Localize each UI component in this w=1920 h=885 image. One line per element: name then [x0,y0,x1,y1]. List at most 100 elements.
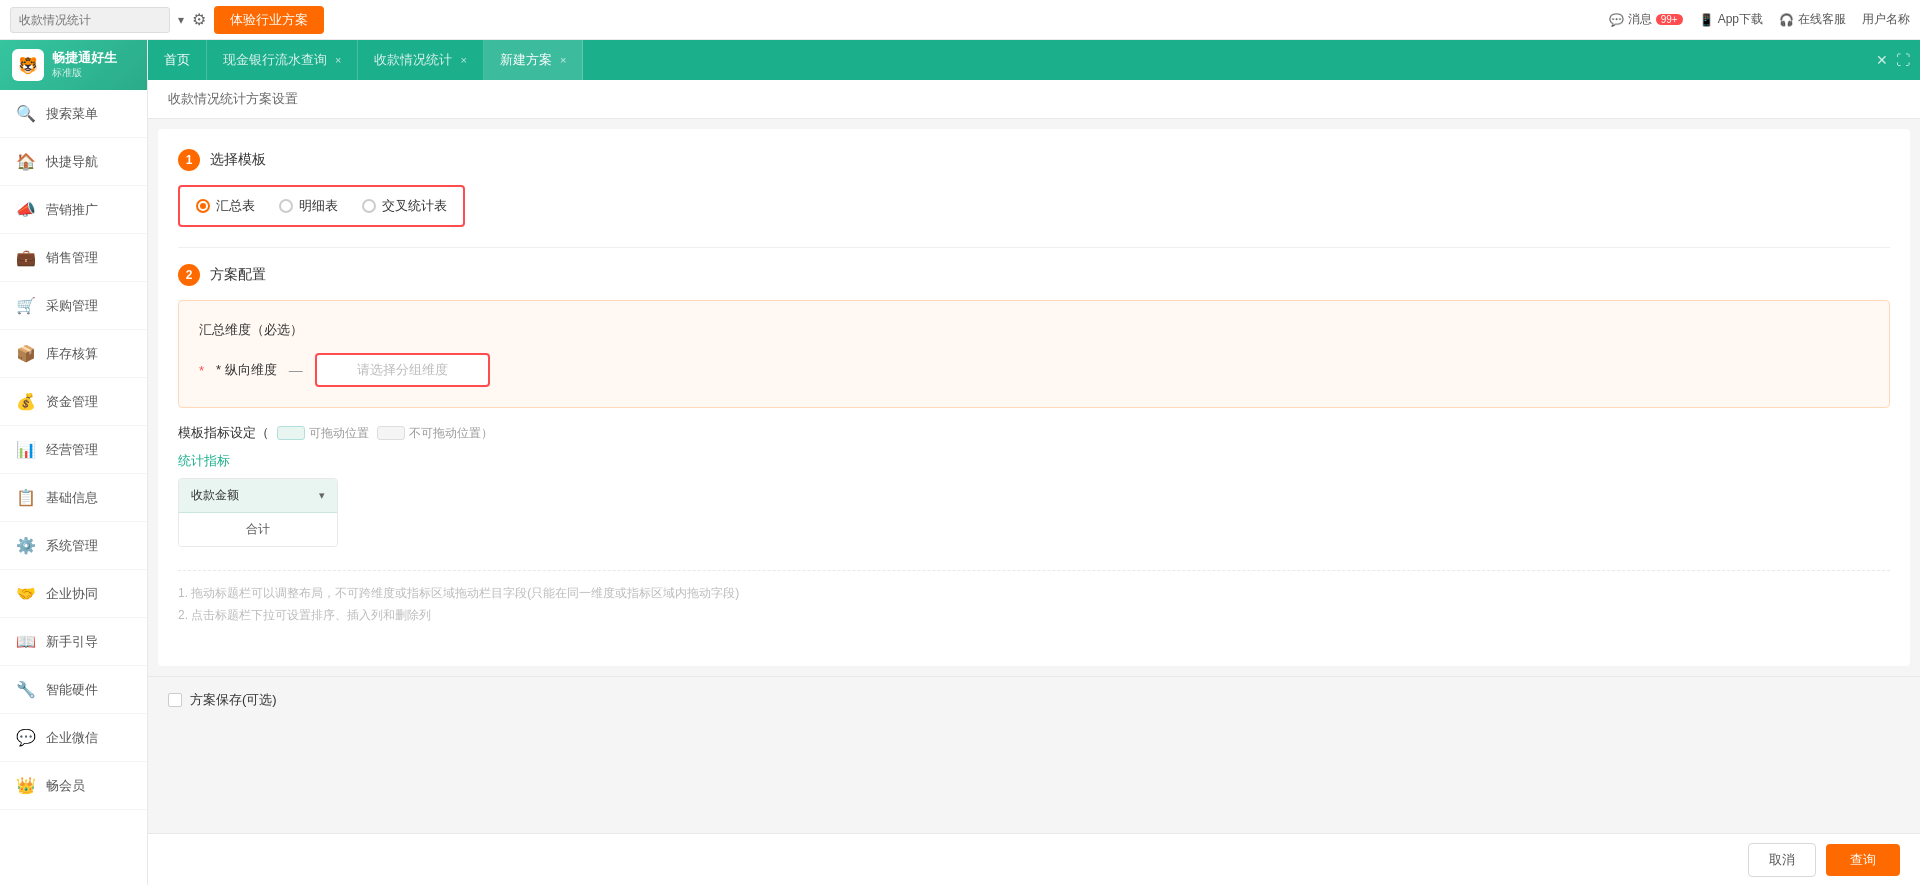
radio-summary[interactable]: 汇总表 [196,197,255,215]
tab-home-label: 首页 [164,51,190,69]
sidebar-label-hardware: 智能硬件 [46,681,98,699]
sidebar-item-inventory[interactable]: 📦 库存核算 [0,330,147,378]
sidebar-label-management: 经营管理 [46,441,98,459]
sidebar-label-search: 搜索菜单 [46,105,98,123]
sidebar-label-purchase: 采购管理 [46,297,98,315]
radio-summary-label: 汇总表 [216,197,255,215]
tab-maximize[interactable]: ⛶ [1896,52,1910,68]
message-action[interactable]: 💬 消息 99+ [1609,11,1683,28]
step1-title: 选择模板 [210,151,266,169]
sidebar-item-marketing[interactable]: 📣 营销推广 [0,186,147,234]
sidebar-item-guide[interactable]: 📖 新手引导 [0,618,147,666]
download-action[interactable]: 📱 App下载 [1699,11,1763,28]
save-checkbox[interactable] [168,693,182,707]
dimension-required-mark: * [199,363,204,378]
tab-close-window[interactable]: ✕ [1876,52,1888,68]
top-header: ▾ ⚙ 体验行业方案 💬 消息 99+ 📱 App下载 🎧 在线客服 用户名称 [0,0,1920,40]
sidebar-item-sales[interactable]: 💼 销售管理 [0,234,147,282]
metric-table: 收款金额 ▾ 合计 [178,478,338,547]
header-right: 💬 消息 99+ 📱 App下载 🎧 在线客服 用户名称 [1609,11,1910,28]
settings-btn[interactable]: ⚙ [192,10,206,29]
sidebar-item-finance[interactable]: 💰 资金管理 [0,378,147,426]
tab-actions: ✕ ⛶ [1866,40,1920,80]
stats-label: 统计指标 [178,453,230,468]
radio-cross[interactable]: 交叉统计表 [362,197,447,215]
metric-col-header: 收款金额 [191,487,239,504]
sidebar-item-nav[interactable]: 🏠 快捷导航 [0,138,147,186]
tab-newplan[interactable]: 新建方案 × [484,40,583,80]
divider [178,247,1890,248]
sales-icon: 💼 [16,248,36,267]
main-layout: 🐯 畅捷通好生 标准版 🔍 搜索菜单 🏠 快捷导航 📣 营销推广 💼 销售管理 … [0,40,1920,885]
cancel-button[interactable]: 取消 [1748,843,1816,877]
sidebar-item-collab[interactable]: 🤝 企业协同 [0,570,147,618]
tab-cashflow-label: 现金银行流水查询 [223,51,327,69]
step1-header: 1 选择模板 [178,149,1890,171]
breadcrumb-input[interactable] [10,7,170,33]
dimension-select[interactable]: 请选择分组维度 [315,353,490,387]
download-label: App下载 [1718,11,1763,28]
query-button[interactable]: 查询 [1826,844,1900,876]
sidebar-item-member[interactable]: 👑 畅会员 [0,762,147,810]
radio-cross-circle [362,199,376,213]
content-area: 首页 现金银行流水查询 × 收款情况统计 × 新建方案 × ✕ ⛶ 收款情况统计… [148,40,1920,885]
member-icon: 👑 [16,776,36,795]
sidebar-item-purchase[interactable]: 🛒 采购管理 [0,282,147,330]
step2-header: 2 方案配置 [178,264,1890,286]
metric-dropdown-icon[interactable]: ▾ [319,489,325,502]
sidebar-item-wechat[interactable]: 💬 企业微信 [0,714,147,762]
search-icon: 🔍 [16,104,36,123]
tab-cashflow[interactable]: 现金银行流水查询 × [207,40,358,80]
save-option: 方案保存(可选) [148,676,1920,723]
step2-section: 2 方案配置 汇总维度（必选） * * 纵向维度 — 请选择分组维度 [178,264,1890,626]
user-name: 用户名称 [1862,11,1910,28]
sidebar-label-sales: 销售管理 [46,249,98,267]
dimension-field-label: * 纵向维度 [216,361,277,379]
tab-home[interactable]: 首页 [148,40,207,80]
sidebar-label-nav: 快捷导航 [46,153,98,171]
trial-button[interactable]: 体验行业方案 [214,6,324,34]
page-title: 收款情况统计方案设置 [168,91,298,106]
download-icon: 📱 [1699,13,1714,27]
dimension-row: * * 纵向维度 — 请选择分组维度 [199,353,1869,387]
message-icon: 💬 [1609,13,1624,27]
sidebar-item-search[interactable]: 🔍 搜索菜单 [0,90,147,138]
sidebar-item-basicinfo[interactable]: 📋 基础信息 [0,474,147,522]
template-options: 汇总表 明细表 交叉统计表 [178,185,465,227]
tab-collection-close[interactable]: × [460,54,466,66]
draggable-legend-label: 可拖动位置 [309,425,369,442]
tips-section: 1. 拖动标题栏可以调整布局，不可跨维度或指标区域拖动栏目字段(只能在同一维度或… [178,570,1890,626]
step1-section: 1 选择模板 汇总表 明细表 [178,149,1890,227]
system-icon: ⚙️ [16,536,36,555]
logo-text: 畅捷通好生 [52,50,117,66]
sidebar-label-basicinfo: 基础信息 [46,489,98,507]
message-label: 消息 [1628,11,1652,28]
sidebar-label-member: 畅会员 [46,777,85,795]
tab-newplan-label: 新建方案 [500,51,552,69]
logo-icon: 🐯 [12,49,44,81]
radio-detail[interactable]: 明细表 [279,197,338,215]
logo-tag: 标准版 [52,66,117,80]
message-badge: 99+ [1656,14,1683,25]
metrics-section-label-prefix: 模板指标设定（ [178,424,269,442]
service-label: 在线客服 [1798,11,1846,28]
management-icon: 📊 [16,440,36,459]
sidebar-item-hardware[interactable]: 🔧 智能硬件 [0,666,147,714]
page-header: 收款情况统计方案设置 [148,80,1920,119]
sidebar-label-guide: 新手引导 [46,633,98,651]
sidebar-label-inventory: 库存核算 [46,345,98,363]
sidebar-item-system[interactable]: ⚙️ 系统管理 [0,522,147,570]
marketing-icon: 📣 [16,200,36,219]
metric-table-header[interactable]: 收款金额 ▾ [179,479,337,513]
tab-collection[interactable]: 收款情况统计 × [358,40,483,80]
sidebar-item-management[interactable]: 📊 经营管理 [0,426,147,474]
logo-area: 🐯 畅捷通好生 标准版 [0,40,147,90]
chevron-down-btn[interactable]: ▾ [178,13,184,27]
radio-summary-circle [196,199,210,213]
metric-col-row: 合计 [246,522,270,536]
footer-bar: 取消 查询 [148,833,1920,885]
collab-icon: 🤝 [16,584,36,603]
service-action[interactable]: 🎧 在线客服 [1779,11,1846,28]
tab-cashflow-close[interactable]: × [335,54,341,66]
tab-newplan-close[interactable]: × [560,54,566,66]
